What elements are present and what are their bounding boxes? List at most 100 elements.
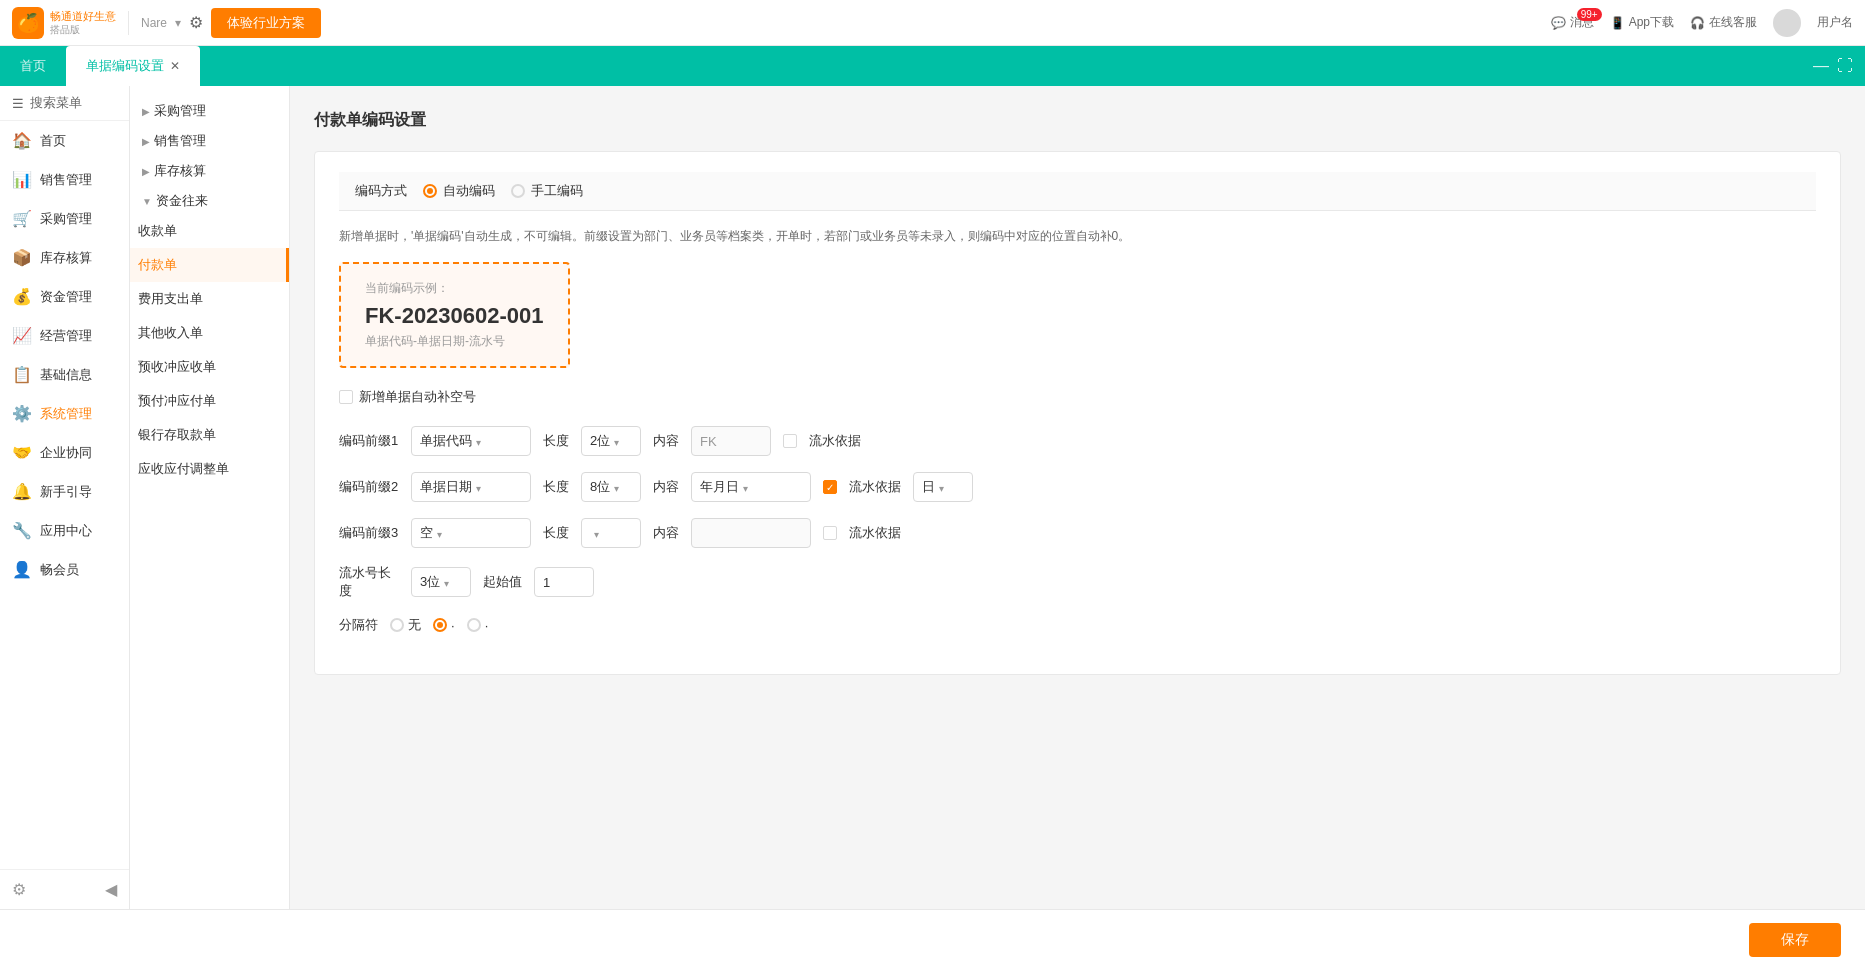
nav-controls: — ⛶ (1813, 57, 1865, 75)
sidebar-item-sales[interactable]: 📊 销售管理 (0, 160, 129, 199)
online-service-button[interactable]: 🎧 在线客服 (1690, 14, 1757, 31)
sidebar-item-operations[interactable]: 📈 经营管理 (0, 316, 129, 355)
dropdown-arrow-icon[interactable]: ▾ (175, 16, 181, 30)
preview-desc: 单据代码-单据日期-流水号 (365, 333, 544, 350)
company-name: Nare (141, 16, 167, 30)
prefix2-stream-unit-select[interactable]: 日 (913, 472, 973, 502)
finance-icon: 💰 (12, 287, 32, 306)
sep-dot2-option[interactable]: · (467, 618, 489, 633)
prefix3-length-label: 长度 (543, 524, 569, 542)
prefix3-label: 编码前缀3 (339, 524, 399, 542)
sidebar-bottom: ⚙ ◀ (0, 869, 129, 909)
manual-encoding-option[interactable]: 手工编码 (511, 182, 583, 200)
prefix3-chevron-icon (437, 526, 442, 541)
auto-encoding-option[interactable]: 自动编码 (423, 182, 495, 200)
serial-select[interactable]: 3位 (411, 567, 471, 597)
prefix2-stream-checkbox[interactable]: ✓ (823, 480, 837, 494)
system-icon: ⚙️ (12, 404, 32, 423)
preview-box: 当前编码示例： FK-20230602-001 单据代码-单据日期-流水号 (339, 262, 570, 368)
home-icon: 🏠 (12, 131, 32, 150)
cta-button[interactable]: 体验行业方案 (211, 8, 321, 38)
sep-dot2-radio[interactable] (467, 618, 481, 632)
prefix1-row: 编码前缀1 单据代码 长度 2位 内容 流水依据 (339, 426, 1816, 456)
sidebar-item-basic[interactable]: 📋 基础信息 (0, 355, 129, 394)
sep-dot-option[interactable]: · (433, 618, 455, 633)
prefix3-select[interactable]: 空 (411, 518, 531, 548)
sub-capital-group[interactable]: ▼ 资金往来 (130, 184, 289, 214)
start-value-input[interactable] (534, 567, 594, 597)
apps-icon: 🔧 (12, 521, 32, 540)
app-download-button[interactable]: 📱 App下载 (1610, 14, 1674, 31)
sub-sales-group[interactable]: ▶ 销售管理 (130, 124, 289, 154)
serial-row: 流水号长度 3位 起始值 (339, 564, 1816, 600)
prefix2-select[interactable]: 单据日期 (411, 472, 531, 502)
prefix1-length-label: 长度 (543, 432, 569, 450)
main-card: 编码方式 自动编码 手工编码 新增单据时，'单据编码'自动生成，不可编辑。前缀设… (314, 151, 1841, 675)
prefix2-unit-chevron-icon (939, 480, 944, 495)
sep-none-option[interactable]: 无 (390, 616, 421, 634)
separator-options: 无 · · (390, 616, 488, 634)
member-icon: 👤 (12, 560, 32, 579)
sidebar-settings-icon[interactable]: ⚙ (12, 880, 26, 899)
sidebar-item-inventory[interactable]: 📦 库存核算 (0, 238, 129, 277)
logo: 🍊 畅通道好生意 搭品版 (12, 7, 116, 39)
prefix1-stream-checkbox[interactable] (783, 434, 797, 448)
sidebar-item-member[interactable]: 👤 畅会员 (0, 550, 129, 589)
sub-receipt-item[interactable]: 收款单 (130, 214, 289, 248)
prefix2-content-label: 内容 (653, 478, 679, 496)
sidebar-item-home[interactable]: 🏠 首页 (0, 121, 129, 160)
prefix3-stream-label: 流水依据 (849, 524, 901, 542)
sidebar-item-apps[interactable]: 🔧 应用中心 (0, 511, 129, 550)
prefix1-stream-label: 流水依据 (809, 432, 861, 450)
prefix3-content-input[interactable] (691, 518, 811, 548)
sub-payment-item[interactable]: 付款单 (130, 248, 289, 282)
prefix1-content-input[interactable] (691, 426, 771, 456)
message-button[interactable]: 💬 消息 99+ (1551, 14, 1594, 31)
sub-purchase-group[interactable]: ▶ 采购管理 (130, 94, 289, 124)
sub-prepayment-receipt-item[interactable]: 预收冲应收单 (130, 350, 289, 384)
prefix2-length-select[interactable]: 8位 (581, 472, 641, 502)
sidebar-item-guide[interactable]: 🔔 新手引导 (0, 472, 129, 511)
minimize-icon[interactable]: — (1813, 57, 1829, 75)
tab-close-icon[interactable]: ✕ (170, 59, 180, 73)
start-label: 起始值 (483, 573, 522, 591)
sub-other-income-item[interactable]: 其他收入单 (130, 316, 289, 350)
sidebar-collapse-icon[interactable]: ◀ (105, 880, 117, 899)
auto-radio-button[interactable] (423, 184, 437, 198)
prefix2-chevron-icon (476, 480, 481, 495)
manual-radio-button[interactable] (511, 184, 525, 198)
save-button[interactable]: 保存 (1749, 923, 1841, 957)
sub-expense-item[interactable]: 费用支出单 (130, 282, 289, 316)
sep-dot-radio[interactable] (433, 618, 447, 632)
maximize-icon[interactable]: ⛶ (1837, 57, 1853, 75)
sub-prepayment-payment-item[interactable]: 预付冲应付单 (130, 384, 289, 418)
sidebar-item-system[interactable]: ⚙️ 系统管理 (0, 394, 129, 433)
prefix3-stream-checkbox[interactable] (823, 526, 837, 540)
sub-adjustment-item[interactable]: 应收应付调整单 (130, 452, 289, 486)
tab-home[interactable]: 首页 (0, 46, 66, 86)
sub-inventory-group[interactable]: ▶ 库存核算 (130, 154, 289, 184)
info-text: 新增单据时，'单据编码'自动生成，不可编辑。前缀设置为部门、业务员等档案类，开单… (339, 227, 1816, 246)
avatar (1773, 9, 1801, 37)
settings-icon[interactable]: ⚙ (189, 13, 203, 32)
auto-fill-checkbox[interactable] (339, 390, 353, 404)
sidebar-item-purchase[interactable]: 🛒 采购管理 (0, 199, 129, 238)
sub-bank-item[interactable]: 银行存取款单 (130, 418, 289, 452)
prefix2-length-chevron-icon (614, 480, 619, 495)
preview-code: FK-20230602-001 (365, 303, 544, 329)
search-menu-button[interactable]: ☰ 搜索菜单 (0, 86, 129, 121)
prefix1-select[interactable]: 单据代码 (411, 426, 531, 456)
operations-icon: 📈 (12, 326, 32, 345)
prefix1-length-select[interactable]: 2位 (581, 426, 641, 456)
prefix3-length-select[interactable] (581, 518, 641, 548)
sep-none-radio[interactable] (390, 618, 404, 632)
main-layout: ☰ 搜索菜单 🏠 首页 📊 销售管理 🛒 采购管理 📦 库存核算 💰 资金管理 … (0, 86, 1865, 909)
prefix2-stream-label: 流水依据 (849, 478, 901, 496)
sidebar-item-finance[interactable]: 💰 资金管理 (0, 277, 129, 316)
prefix2-content-select[interactable]: 年月日 (691, 472, 811, 502)
top-divider (128, 11, 129, 35)
sidebar-item-enterprise[interactable]: 🤝 企业协同 (0, 433, 129, 472)
tab-encode-settings[interactable]: 单据编码设置 ✕ (66, 46, 200, 86)
prefix2-label: 编码前缀2 (339, 478, 399, 496)
encoding-method-row: 编码方式 自动编码 手工编码 (339, 172, 1816, 211)
